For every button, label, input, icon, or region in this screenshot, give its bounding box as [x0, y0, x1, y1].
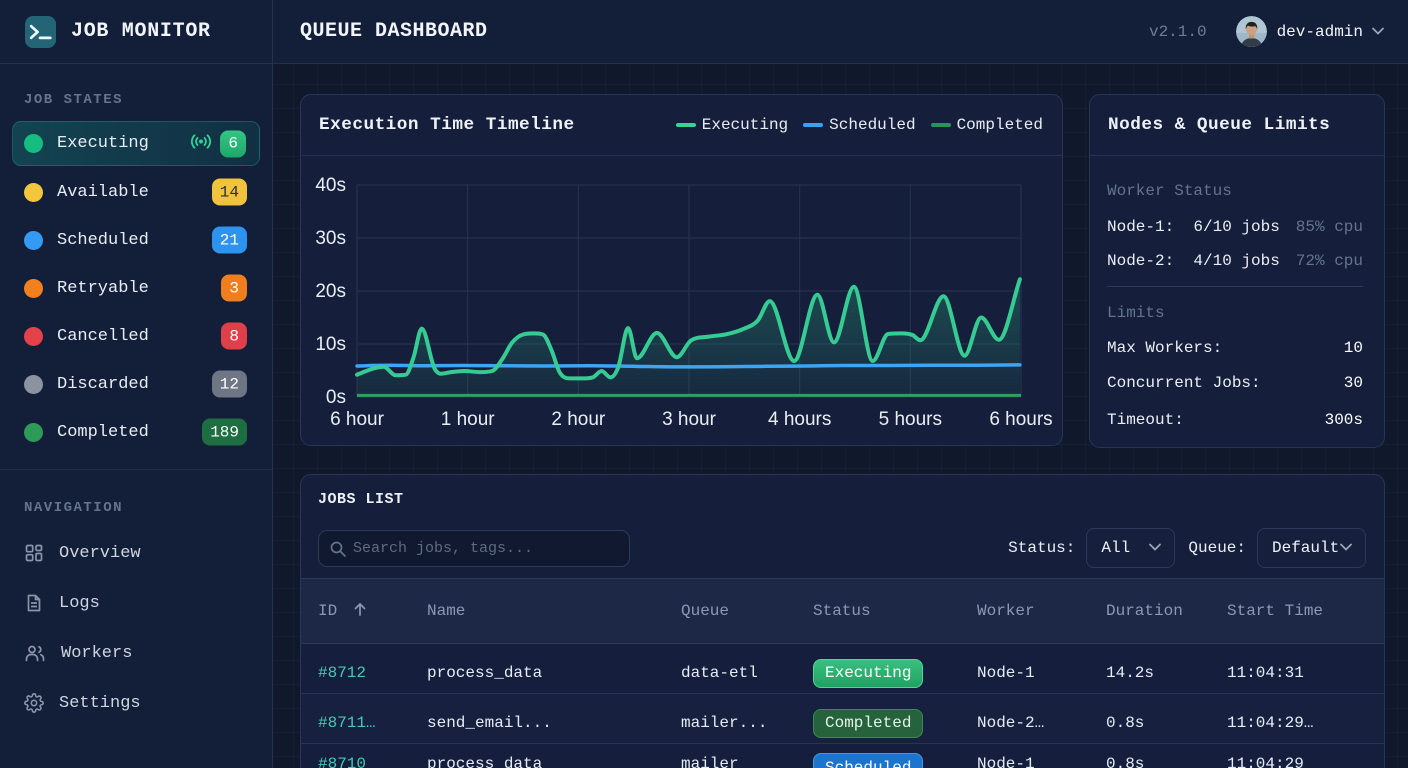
svg-text:10s: 10s — [315, 334, 346, 355]
svg-text:6 hour: 6 hour — [330, 409, 385, 430]
svg-text:5 hours: 5 hours — [879, 409, 942, 430]
svg-text:0s: 0s — [326, 387, 346, 408]
svg-text:3 hour: 3 hour — [662, 409, 717, 430]
svg-text:20s: 20s — [315, 281, 346, 302]
svg-text:30s: 30s — [315, 228, 346, 249]
svg-text:1 hour: 1 hour — [441, 409, 496, 430]
svg-text:2 hour: 2 hour — [551, 409, 606, 430]
svg-text:4 hours: 4 hours — [768, 409, 831, 430]
svg-text:6 hours: 6 hours — [989, 409, 1052, 430]
svg-text:40s: 40s — [315, 175, 346, 196]
